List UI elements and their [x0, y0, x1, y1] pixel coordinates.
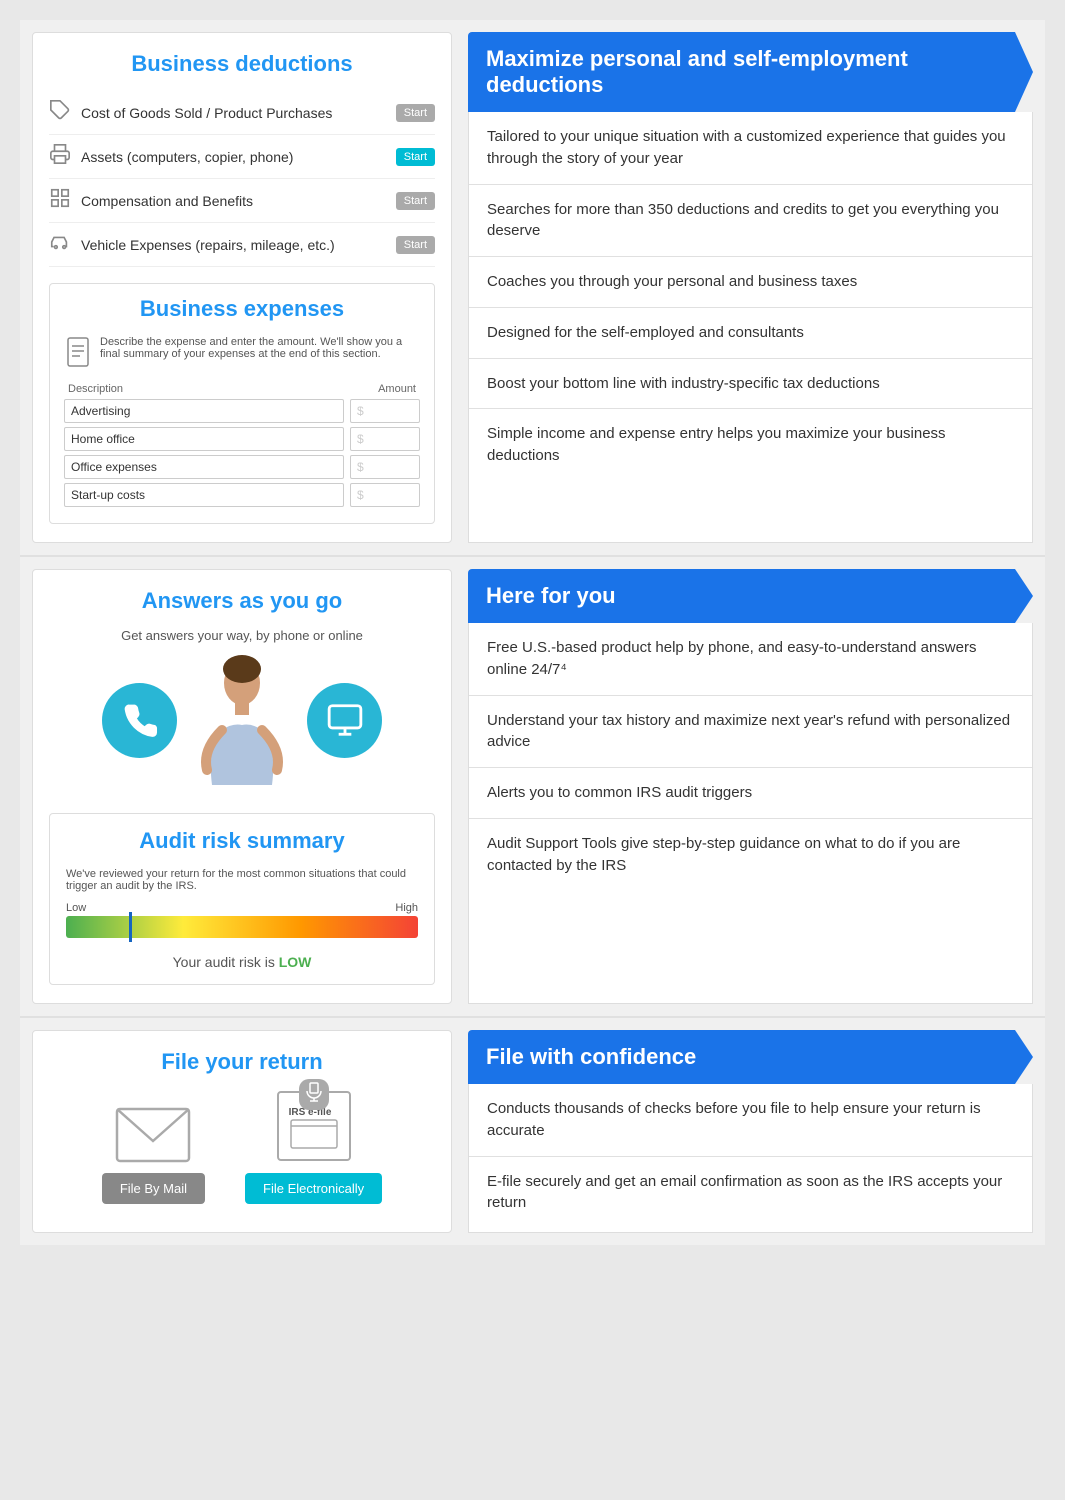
expense-amt-1[interactable]: $ [350, 399, 420, 423]
right-item-0-5: Simple income and expense entry helps yo… [469, 409, 1032, 481]
maximize-deductions-header: Maximize personal and self-employment de… [468, 32, 1033, 112]
answers-title: Answers as you go [49, 588, 435, 614]
car-icon [49, 231, 81, 258]
deduction-label-3: Compensation and Benefits [81, 193, 396, 209]
expense-amt-3[interactable]: $ [350, 455, 420, 479]
right-item-0-1: Searches for more than 350 deductions an… [469, 185, 1032, 258]
audit-high-label: High [395, 902, 418, 914]
person-image [187, 655, 297, 785]
expense-row-2: $ [64, 427, 420, 451]
file-return-title: File your return [49, 1049, 435, 1075]
mail-icon-item: File By Mail [102, 1105, 205, 1204]
start-btn-1[interactable]: Start [396, 104, 435, 122]
deduction-label-2: Assets (computers, copier, phone) [81, 149, 396, 165]
answers-subtitle: Get answers your way, by phone or online [49, 628, 435, 643]
right-item-2-1: E-file securely and get an email confirm… [469, 1157, 1032, 1229]
audit-bar [66, 916, 418, 938]
deduction-item-4: Vehicle Expenses (repairs, mileage, etc.… [49, 223, 435, 267]
deduction-label-1: Cost of Goods Sold / Product Purchases [81, 105, 396, 121]
start-btn-3[interactable]: Start [396, 192, 435, 210]
audit-indicator [129, 912, 132, 942]
right-item-1-3: Audit Support Tools give step-by-step gu… [469, 819, 1032, 891]
audit-low-label: Low [66, 902, 86, 914]
deduction-item-3: Compensation and Benefits Start [49, 179, 435, 223]
start-btn-4[interactable]: Start [396, 236, 435, 254]
audit-description: We've reviewed your return for the most … [66, 868, 418, 892]
expense-row-1: $ [64, 399, 420, 423]
right-item-0-3: Designed for the self-employed and consu… [469, 308, 1032, 359]
start-btn-2[interactable]: Start [396, 148, 435, 166]
expenses-description: Describe the expense and enter the amoun… [100, 336, 420, 360]
document-icon [64, 336, 92, 373]
expenses-table: $ $ $ $ [64, 399, 420, 507]
file-confidence-items: Conducts thousands of checks before you … [468, 1084, 1033, 1233]
business-deductions-title: Business deductions [49, 51, 435, 77]
expense-desc-4[interactable] [64, 483, 344, 507]
maximize-deductions-items: Tailored to your unique situation with a… [468, 112, 1033, 543]
here-for-you-header: Here for you [468, 569, 1033, 623]
audit-result: Your audit risk is LOW [66, 954, 418, 970]
business-expenses-title: Business expenses [64, 296, 420, 322]
file-confidence-header: File with confidence [468, 1030, 1033, 1084]
tag-icon [49, 99, 81, 126]
expense-desc-1[interactable] [64, 399, 344, 423]
phone-circle-icon [102, 683, 177, 758]
right-item-1-2: Alerts you to common IRS audit triggers [469, 768, 1032, 819]
audit-result-value: LOW [279, 954, 312, 970]
deduction-item-1: Cost of Goods Sold / Product Purchases S… [49, 91, 435, 135]
expense-amt-4[interactable]: $ [350, 483, 420, 507]
right-item-2-0: Conducts thousands of checks before you … [469, 1084, 1032, 1157]
deduction-label-4: Vehicle Expenses (repairs, mileage, etc.… [81, 237, 396, 253]
expense-row-4: $ [64, 483, 420, 507]
efile-icon-item: IRS e-file File Electronically [245, 1091, 382, 1204]
col-description-label: Description [68, 383, 346, 395]
col-amount-label: Amount [346, 383, 416, 395]
right-item-0-2: Coaches you through your personal and bu… [469, 257, 1032, 308]
audit-bar-container [66, 916, 418, 946]
printer-icon [49, 143, 81, 170]
grid-icon [49, 187, 81, 214]
file-by-mail-button[interactable]: File By Mail [102, 1173, 205, 1204]
deduction-item-2: Assets (computers, copier, phone) Start [49, 135, 435, 179]
here-for-you-items: Free U.S.-based product help by phone, a… [468, 623, 1033, 1004]
file-icons-row: File By Mail IRS e-file [49, 1091, 435, 1204]
expense-desc-2[interactable] [64, 427, 344, 451]
file-electronically-button[interactable]: File Electronically [245, 1173, 382, 1204]
right-item-1-0: Free U.S.-based product help by phone, a… [469, 623, 1032, 696]
expense-row-3: $ [64, 455, 420, 479]
expense-desc-3[interactable] [64, 455, 344, 479]
computer-circle-icon [307, 683, 382, 758]
answers-panel: Answers as you go Get answers your way, … [49, 588, 435, 795]
expense-amt-2[interactable]: $ [350, 427, 420, 451]
right-item-0-4: Boost your bottom line with industry-spe… [469, 359, 1032, 410]
right-item-1-1: Understand your tax history and maximize… [469, 696, 1032, 769]
audit-title: Audit risk summary [66, 828, 418, 854]
right-item-0-0: Tailored to your unique situation with a… [469, 112, 1032, 185]
